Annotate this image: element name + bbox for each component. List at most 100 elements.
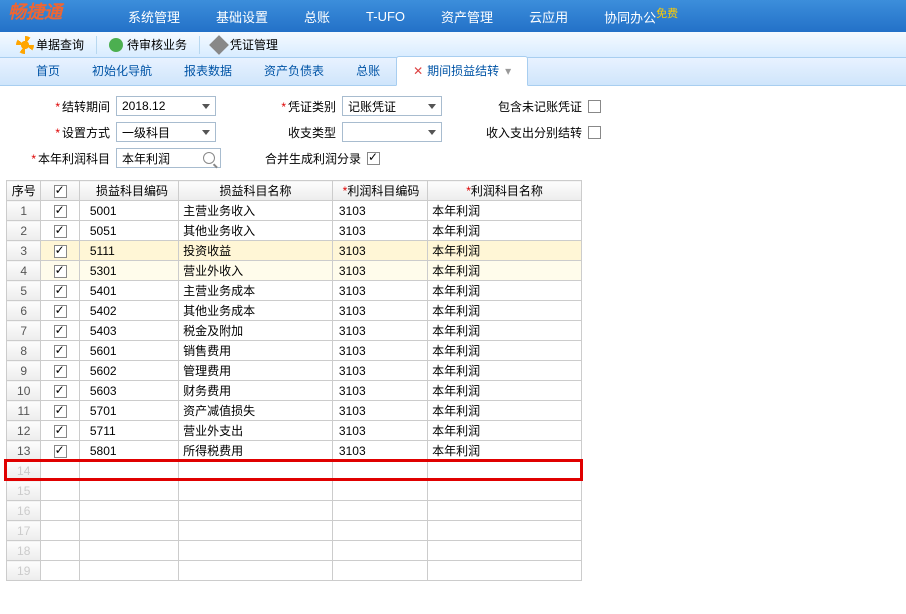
row-code[interactable]: 5701 [79, 401, 178, 421]
row-pcode[interactable]: 3103 [332, 421, 427, 441]
row-checkbox[interactable] [54, 325, 67, 338]
row-pcode[interactable]: 3103 [332, 221, 427, 241]
tab-gl[interactable]: 总账 [340, 57, 396, 85]
row-code[interactable]: 5111 [79, 241, 178, 261]
row-checkbox[interactable] [54, 225, 67, 238]
row-name[interactable]: 营业外支出 [179, 421, 333, 441]
table-row[interactable]: 85601销售费用3103本年利润 [7, 341, 582, 361]
row-name[interactable]: 资产减值损失 [179, 401, 333, 421]
header-checkbox-box[interactable] [54, 185, 67, 198]
close-tab-icon[interactable]: ✕ [413, 64, 423, 78]
row-checkbox[interactable] [54, 365, 67, 378]
row-checkbox[interactable] [54, 305, 67, 318]
row-check-cell[interactable] [41, 441, 79, 461]
row-pname[interactable]: 本年利润 [428, 261, 582, 281]
row-pname[interactable]: 本年利润 [428, 361, 582, 381]
row-checkbox[interactable] [54, 405, 67, 418]
row-pname[interactable]: 本年利润 [428, 241, 582, 261]
row-pname[interactable]: 本年利润 [428, 401, 582, 421]
table-row[interactable]: 55401主营业务成本3103本年利润 [7, 281, 582, 301]
row-checkbox[interactable] [54, 245, 67, 258]
row-pname[interactable]: 本年利润 [428, 381, 582, 401]
header-code[interactable]: 损益科目编码 [79, 181, 178, 201]
split-entry-checkbox[interactable] [588, 126, 601, 139]
menu-system[interactable]: 系统管理 [110, 7, 198, 26]
menu-asset[interactable]: 资产管理 [423, 7, 511, 26]
table-row[interactable]: 105603财务费用3103本年利润 [7, 381, 582, 401]
row-name[interactable]: 税金及附加 [179, 321, 333, 341]
row-check-cell[interactable] [41, 321, 79, 341]
row-pcode[interactable]: 3103 [332, 321, 427, 341]
row-code[interactable]: 5001 [79, 201, 178, 221]
row-pname[interactable]: 本年利润 [428, 441, 582, 461]
row-checkbox[interactable] [54, 205, 67, 218]
tab-balance[interactable]: 资产负债表 [248, 57, 340, 85]
row-check-cell[interactable] [41, 261, 79, 281]
header-pcode[interactable]: 利润科目编码 [332, 181, 427, 201]
row-name[interactable]: 管理费用 [179, 361, 333, 381]
include-unposted-checkbox[interactable] [588, 100, 601, 113]
row-name[interactable]: 投资收益 [179, 241, 333, 261]
table-row[interactable]: 35111投资收益3103本年利润 [7, 241, 582, 261]
row-pcode[interactable]: 3103 [332, 261, 427, 281]
header-pname[interactable]: 利润科目名称 [428, 181, 582, 201]
row-check-cell[interactable] [41, 361, 79, 381]
header-rownum[interactable]: 序号 [7, 181, 41, 201]
row-check-cell[interactable] [41, 201, 79, 221]
row-code[interactable]: 5401 [79, 281, 178, 301]
tab-report[interactable]: 报表数据 [168, 57, 248, 85]
row-name[interactable]: 主营业务成本 [179, 281, 333, 301]
setup-combo[interactable]: 一级科目 [116, 122, 216, 142]
row-pname[interactable]: 本年利润 [428, 421, 582, 441]
table-row-empty[interactable]: 16 [7, 501, 582, 521]
row-name[interactable]: 主营业务收入 [179, 201, 333, 221]
tab-init[interactable]: 初始化导航 [76, 57, 168, 85]
profit-account-input[interactable]: 本年利润 [116, 148, 221, 168]
table-row[interactable]: 25051其他业务收入3103本年利润 [7, 221, 582, 241]
row-pcode[interactable]: 3103 [332, 381, 427, 401]
row-name[interactable]: 其他业务成本 [179, 301, 333, 321]
row-code[interactable]: 5051 [79, 221, 178, 241]
table-row[interactable]: 95602管理费用3103本年利润 [7, 361, 582, 381]
table-row[interactable]: 135801所得税费用3103本年利润 [7, 441, 582, 461]
table-row[interactable]: 15001主营业务收入3103本年利润 [7, 201, 582, 221]
row-checkbox[interactable] [54, 345, 67, 358]
row-check-cell[interactable] [41, 401, 79, 421]
row-name[interactable]: 其他业务收入 [179, 221, 333, 241]
tab-dropdown-icon[interactable]: ▾ [505, 64, 511, 78]
row-pcode[interactable]: 3103 [332, 281, 427, 301]
table-row[interactable]: 65402其他业务成本3103本年利润 [7, 301, 582, 321]
row-code[interactable]: 5711 [79, 421, 178, 441]
row-pname[interactable]: 本年利润 [428, 301, 582, 321]
table-row-empty[interactable]: 17 [7, 521, 582, 541]
table-row[interactable]: 75403税金及附加3103本年利润 [7, 321, 582, 341]
row-pcode[interactable]: 3103 [332, 341, 427, 361]
row-pcode[interactable]: 3103 [332, 361, 427, 381]
row-pcode[interactable]: 3103 [332, 201, 427, 221]
row-pname[interactable]: 本年利润 [428, 341, 582, 361]
row-pname[interactable]: 本年利润 [428, 201, 582, 221]
row-check-cell[interactable] [41, 281, 79, 301]
row-code[interactable]: 5601 [79, 341, 178, 361]
row-code[interactable]: 5402 [79, 301, 178, 321]
row-check-cell[interactable] [41, 421, 79, 441]
row-check-cell[interactable] [41, 341, 79, 361]
row-check-cell[interactable] [41, 221, 79, 241]
row-checkbox[interactable] [54, 385, 67, 398]
row-check-cell[interactable] [41, 381, 79, 401]
table-row-empty[interactable]: 19 [7, 561, 582, 581]
row-pname[interactable]: 本年利润 [428, 221, 582, 241]
header-checkbox[interactable] [41, 181, 79, 201]
row-code[interactable]: 5801 [79, 441, 178, 461]
table-row[interactable]: 125711营业外支出3103本年利润 [7, 421, 582, 441]
row-code[interactable]: 5403 [79, 321, 178, 341]
row-code[interactable]: 5603 [79, 381, 178, 401]
row-checkbox[interactable] [54, 285, 67, 298]
header-name[interactable]: 损益科目名称 [179, 181, 333, 201]
row-name[interactable]: 营业外收入 [179, 261, 333, 281]
search-icon[interactable] [203, 152, 215, 164]
row-name[interactable]: 销售费用 [179, 341, 333, 361]
table-row[interactable]: 45301营业外收入3103本年利润 [7, 261, 582, 281]
row-name[interactable]: 所得税费用 [179, 441, 333, 461]
income-type-combo[interactable] [342, 122, 442, 142]
